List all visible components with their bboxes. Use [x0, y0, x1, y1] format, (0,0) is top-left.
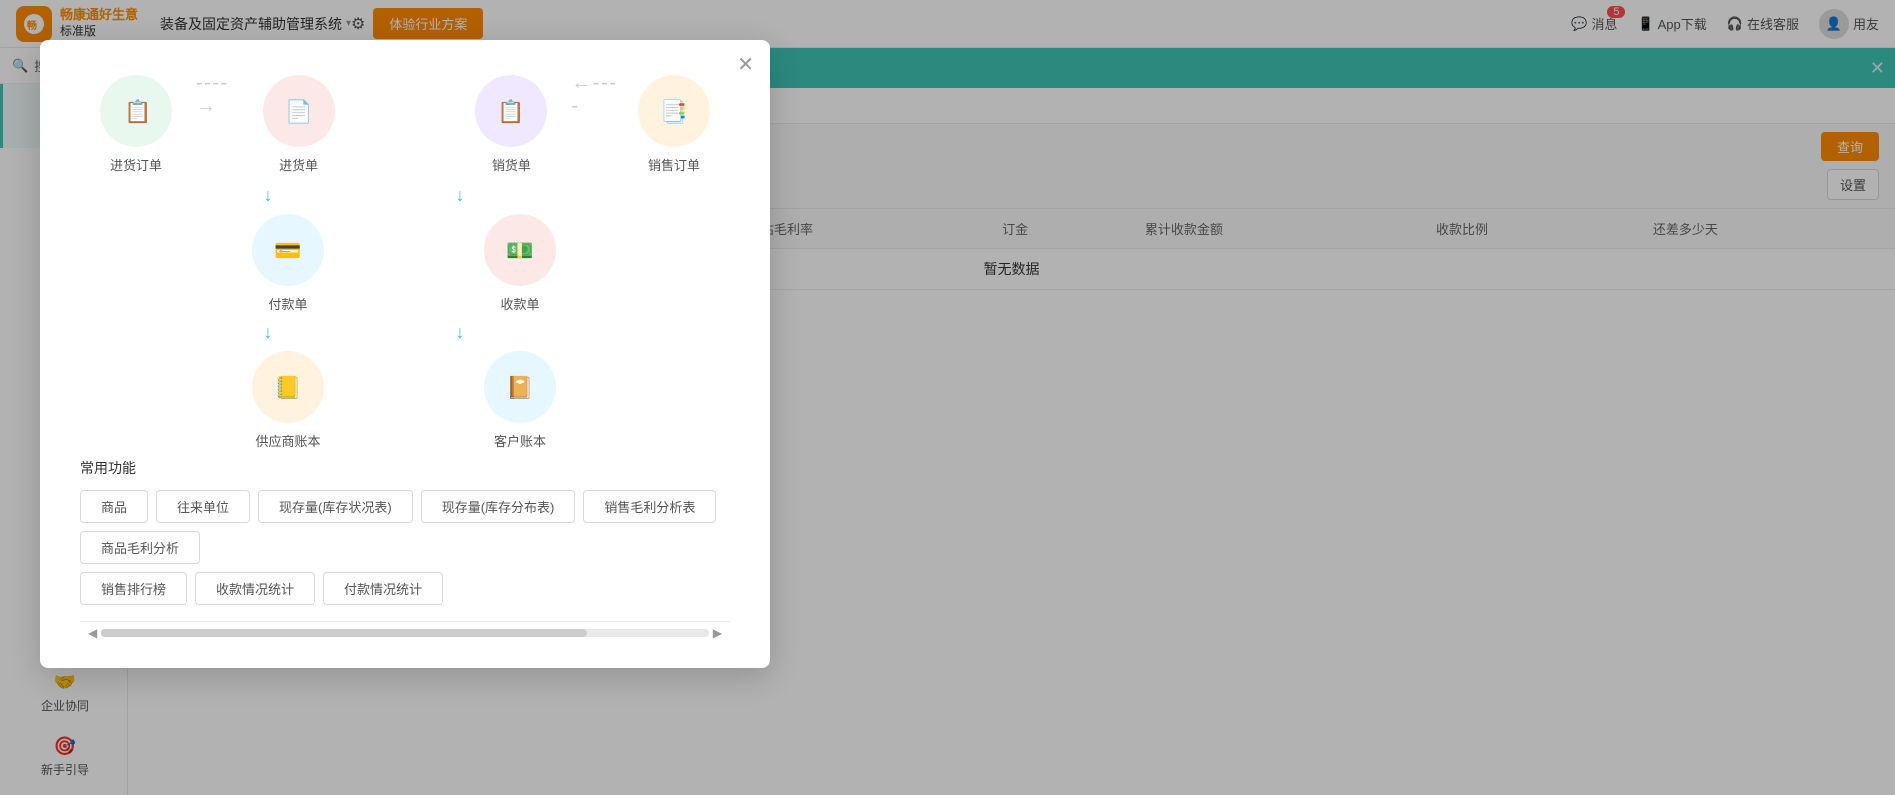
arrow-purchase-order-to-bill: - - - - → — [196, 72, 239, 146]
function-buttons-row2: 销售排行榜 收款情况统计 付款情况统计 — [80, 572, 730, 605]
func-btn-sales-rank[interactable]: 销售排行榜 — [80, 572, 187, 605]
receipt-circle: 💵 — [484, 214, 556, 286]
svg-text:💵: 💵 — [506, 238, 533, 263]
flow-node-payment[interactable]: 💳 付款单 — [252, 214, 324, 313]
sales-order-circle: 📑 — [638, 75, 710, 147]
app-container: 畅 畅康通好生意 标准版 装备及固定资产辅助管理系统 ▾ ⚙ 体验行业方案 💬 … — [0, 0, 1895, 795]
svg-text:💳: 💳 — [274, 238, 301, 263]
arrow-down-sales: ↓ — [424, 186, 496, 204]
flow-node-receipt[interactable]: 💵 收款单 — [484, 214, 556, 313]
payment-circle: 💳 — [252, 214, 324, 286]
function-buttons-row1: 商品 往来单位 现存量(库存状况表) 现存量(库存分布表) 销售毛利分析表 商品… — [80, 490, 730, 564]
common-functions-title: 常用功能 — [80, 458, 730, 478]
svg-text:📋: 📋 — [497, 99, 524, 124]
common-functions: 常用功能 商品 往来单位 现存量(库存状况表) 现存量(库存分布表) 销售毛利分… — [80, 458, 730, 605]
flow-node-purchase-order[interactable]: 📋 进货订单 — [100, 75, 172, 174]
func-btn-stock-status[interactable]: 现存量(库存状况表) — [258, 490, 413, 523]
purchase-bill-circle: 📄 — [263, 75, 335, 147]
arrow-down-receipt: ↓ — [424, 323, 496, 341]
scroll-thumb — [101, 629, 587, 637]
modal-close-button[interactable]: ✕ — [737, 52, 754, 77]
flow-diagram: 📋 进货订单 - - - - → 📄 进货单 — [80, 72, 730, 450]
func-btn-product[interactable]: 商品 — [80, 490, 148, 523]
flow-node-customer-ledger[interactable]: 📔 客户账本 — [484, 351, 556, 450]
func-btn-payment-stat[interactable]: 付款情况统计 — [323, 572, 443, 605]
flow-node-sales-bill[interactable]: 📋 销货单 — [475, 75, 547, 174]
flow-node-sales-order[interactable]: 📑 销售订单 — [638, 75, 710, 174]
scroll-right-btn[interactable]: ▶ — [713, 626, 722, 640]
func-btn-sales-profit[interactable]: 销售毛利分析表 — [583, 490, 716, 523]
arrow-down-purchase: ↓ — [232, 186, 304, 204]
flow-second-row: 💳 付款单 💵 收款单 — [80, 214, 730, 313]
customer-ledger-circle: 📔 — [484, 351, 556, 423]
scroll-track[interactable] — [101, 629, 709, 637]
arrow-down-payment: ↓ — [232, 323, 304, 341]
svg-text:📔: 📔 — [506, 375, 533, 400]
func-btn-stock-dist[interactable]: 现存量(库存分布表) — [421, 490, 576, 523]
func-btn-receipt-stat[interactable]: 收款情况统计 — [195, 572, 315, 605]
func-btn-partner[interactable]: 往来单位 — [156, 490, 250, 523]
flow-arrows-row2: ↓ ↓ — [80, 321, 730, 343]
modal-overlay[interactable]: ✕ 📋 进货订单 - - - - → — [0, 0, 1895, 795]
scroll-area: ◀ ▶ — [80, 621, 730, 644]
flow-third-row: 📒 供应商账本 📔 客户账本 — [80, 351, 730, 450]
svg-text:📋: 📋 — [124, 99, 151, 124]
svg-text:📑: 📑 — [660, 99, 687, 124]
sales-bill-circle: 📋 — [475, 75, 547, 147]
svg-text:📒: 📒 — [274, 375, 301, 400]
arrow-sales-order-to-bill: ← - - - - — [571, 72, 614, 146]
svg-text:📄: 📄 — [285, 99, 312, 124]
flow-node-purchase-bill[interactable]: 📄 进货单 — [263, 75, 335, 174]
modal-dialog: ✕ 📋 进货订单 - - - - → — [40, 40, 770, 668]
supplier-ledger-circle: 📒 — [252, 351, 324, 423]
flow-middle-arrows: ↓ ↓ — [80, 184, 730, 206]
flow-node-supplier-ledger[interactable]: 📒 供应商账本 — [252, 351, 324, 450]
flow-top-row: 📋 进货订单 - - - - → 📄 进货单 — [80, 72, 730, 176]
func-btn-product-profit[interactable]: 商品毛利分析 — [80, 531, 200, 564]
scroll-left-btn[interactable]: ◀ — [88, 626, 97, 640]
purchase-order-circle: 📋 — [100, 75, 172, 147]
